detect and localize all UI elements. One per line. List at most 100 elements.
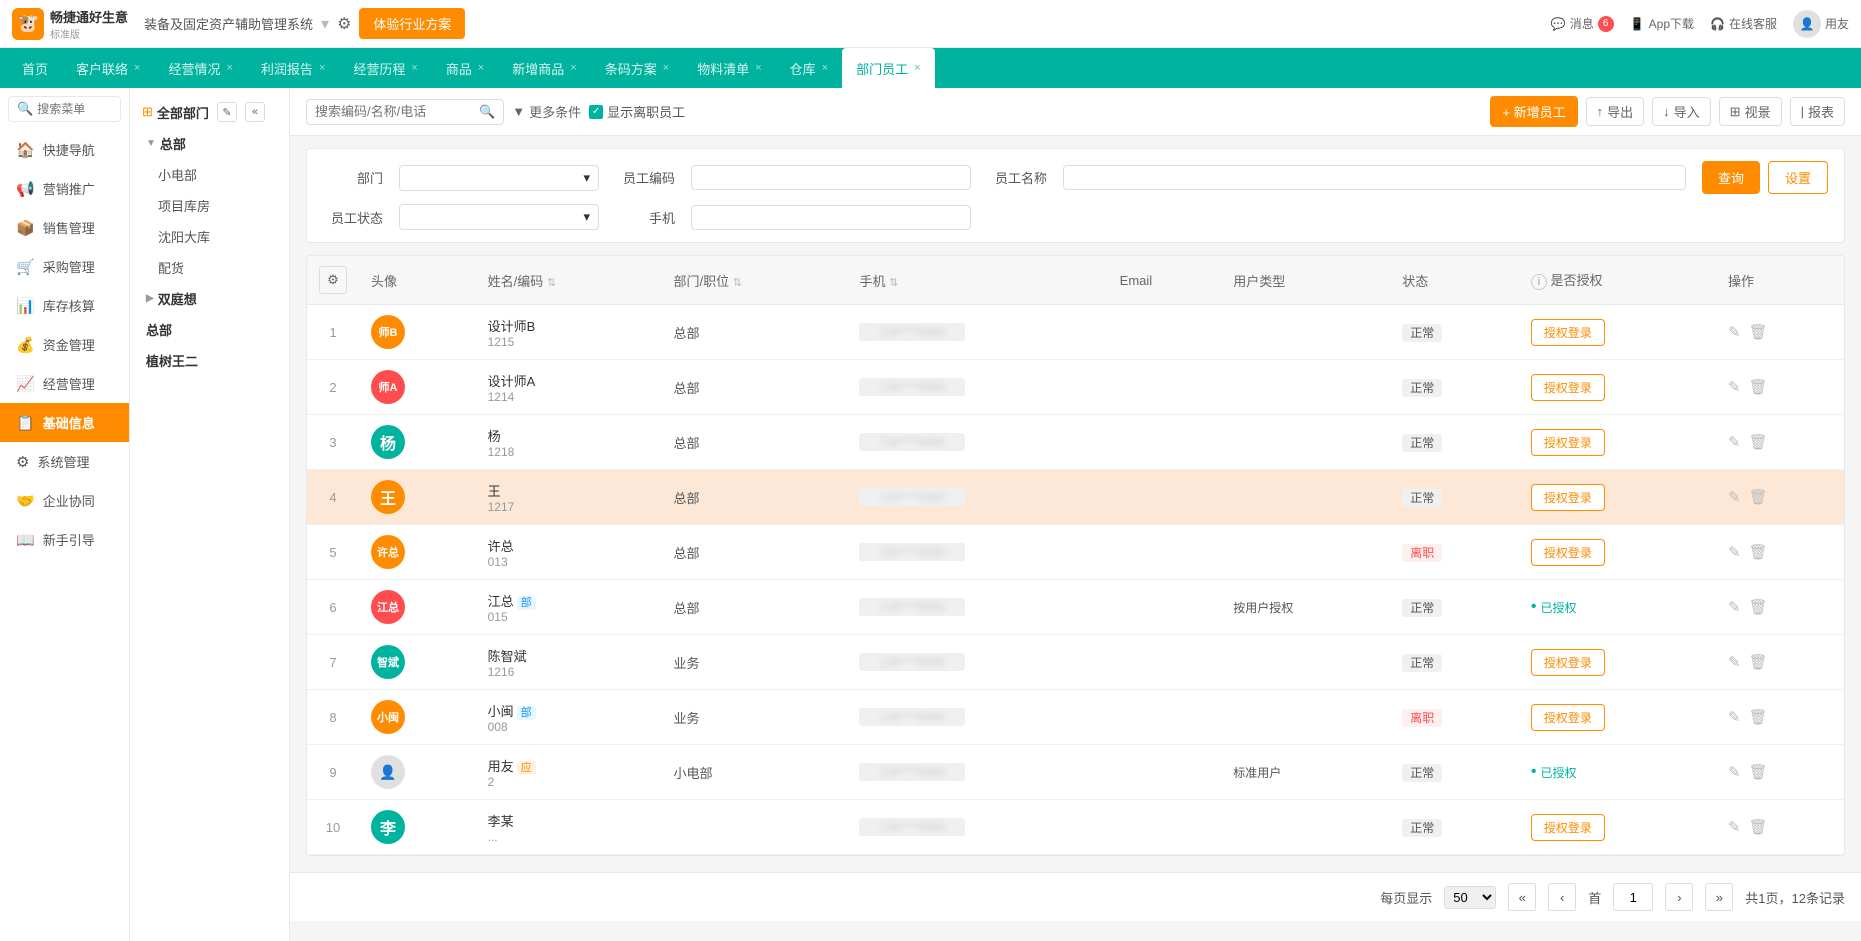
- nav-tab-物料清单[interactable]: 物料清单×: [683, 48, 775, 88]
- delete-icon[interactable]: 🗑: [1749, 433, 1768, 451]
- auth-button[interactable]: 授权登录: [1531, 484, 1605, 511]
- dept-node[interactable]: ▼总部: [130, 128, 289, 159]
- delete-icon[interactable]: 🗑: [1749, 763, 1768, 781]
- search-input[interactable]: [37, 102, 117, 116]
- delete-icon[interactable]: 🗑: [1749, 598, 1768, 616]
- dept-node[interactable]: 配货: [130, 252, 289, 283]
- sort-icon[interactable]: ⇅: [547, 277, 556, 289]
- user-action[interactable]: 👤 用友: [1793, 10, 1849, 38]
- edit-icon[interactable]: ✎: [1728, 378, 1741, 396]
- sidebar-item-quick-nav[interactable]: 🏠快捷导航: [0, 130, 129, 169]
- edit-icon[interactable]: ✎: [1728, 543, 1741, 561]
- dept-node[interactable]: 项目库房: [130, 190, 289, 221]
- auth-button[interactable]: 授权登录: [1531, 539, 1605, 566]
- online-service-action[interactable]: 🎧 在线客服: [1710, 15, 1777, 32]
- col-dept[interactable]: 部门/职位 ⇅: [662, 256, 848, 305]
- delete-icon[interactable]: 🗑: [1749, 708, 1768, 726]
- row-auth-cell[interactable]: 授权登录: [1519, 360, 1716, 415]
- auth-button[interactable]: 授权登录: [1531, 704, 1605, 731]
- trial-button[interactable]: 体验行业方案: [359, 8, 465, 39]
- sidebar-item-system[interactable]: ⚙系统管理: [0, 442, 129, 481]
- phone-input[interactable]: [691, 205, 971, 230]
- dropdown-icon[interactable]: ▾: [321, 14, 329, 34]
- sort-icon[interactable]: ⇅: [889, 277, 898, 289]
- dept-node[interactable]: ▶双庭想: [130, 283, 289, 314]
- sort-icon[interactable]: ⇅: [733, 277, 742, 289]
- row-auth-cell[interactable]: 授权登录: [1519, 800, 1716, 855]
- row-auth-cell[interactable]: 授权登录: [1519, 690, 1716, 745]
- auth-button[interactable]: 授权登录: [1531, 429, 1605, 456]
- nav-tab-首页[interactable]: 首页: [8, 48, 62, 88]
- dept-collapse-btn[interactable]: «: [245, 102, 265, 122]
- edit-icon[interactable]: ✎: [1728, 653, 1741, 671]
- status-select[interactable]: ▾: [399, 204, 599, 230]
- auth-button[interactable]: 授权登录: [1531, 374, 1605, 401]
- sidebar-item-inventory[interactable]: 📊库存核算: [0, 286, 129, 325]
- dept-edit-icon[interactable]: ✎: [217, 102, 237, 122]
- delete-icon[interactable]: 🗑: [1749, 488, 1768, 506]
- auth-button[interactable]: 授权登录: [1531, 319, 1605, 346]
- tab-close-icon[interactable]: ×: [570, 62, 576, 74]
- delete-icon[interactable]: 🗑: [1749, 653, 1768, 671]
- emp-name-input[interactable]: [1063, 165, 1686, 190]
- nav-tab-条码方案[interactable]: 条码方案×: [591, 48, 683, 88]
- search-input[interactable]: [315, 104, 475, 119]
- delete-icon[interactable]: 🗑: [1749, 543, 1768, 561]
- row-auth-cell[interactable]: 授权登录: [1519, 470, 1716, 525]
- message-action[interactable]: 💬 消息 6: [1551, 15, 1614, 32]
- sidebar-item-collab[interactable]: 🤝企业协同: [0, 481, 129, 520]
- add-employee-button[interactable]: + 新增员工: [1490, 96, 1577, 127]
- col-settings[interactable]: ⚙: [307, 256, 359, 305]
- sidebar-item-purchase[interactable]: 🛒采购管理: [0, 247, 129, 286]
- edit-icon[interactable]: ✎: [1728, 763, 1741, 781]
- tab-close-icon[interactable]: ×: [319, 62, 325, 74]
- nav-tab-经营历程[interactable]: 经营历程×: [339, 48, 431, 88]
- delete-icon[interactable]: 🗑: [1749, 323, 1768, 341]
- tab-close-icon[interactable]: ×: [134, 62, 140, 74]
- nav-tab-新增商品[interactable]: 新增商品×: [498, 48, 590, 88]
- tab-close-icon[interactable]: ×: [663, 62, 669, 74]
- auth-button[interactable]: 授权登录: [1531, 649, 1605, 676]
- nav-tab-经营情况[interactable]: 经营情况×: [154, 48, 246, 88]
- app-download-action[interactable]: 📱 App下载: [1630, 15, 1694, 32]
- next-page-btn[interactable]: ›: [1665, 883, 1693, 911]
- sidebar-item-sales[interactable]: 📦销售管理: [0, 208, 129, 247]
- sidebar-item-marketing[interactable]: 📢营销推广: [0, 169, 129, 208]
- page-input[interactable]: [1613, 883, 1653, 911]
- info-icon[interactable]: i: [1531, 274, 1547, 290]
- auth-button[interactable]: 授权登录: [1531, 814, 1605, 841]
- dept-node[interactable]: 总部: [130, 314, 289, 345]
- sidebar-item-finance[interactable]: 💰资金管理: [0, 325, 129, 364]
- last-page-btn[interactable]: »: [1705, 883, 1733, 911]
- tab-close-icon[interactable]: ×: [478, 62, 484, 74]
- all-dept-label[interactable]: 全部部门: [157, 103, 209, 122]
- settings-icon[interactable]: ⚙: [337, 14, 351, 34]
- search-box[interactable]: 🔍: [306, 99, 504, 125]
- tab-close-icon[interactable]: ×: [914, 62, 920, 74]
- tab-close-icon[interactable]: ×: [411, 62, 417, 74]
- show-resign-toggle[interactable]: ✓ 显示离职员工: [589, 102, 685, 121]
- dept-select[interactable]: ▾: [399, 165, 599, 191]
- per-page-select[interactable]: 50 100: [1444, 886, 1496, 909]
- nav-tab-客户联络[interactable]: 客户联络×: [62, 48, 154, 88]
- nav-tab-部门员工[interactable]: 部门员工×: [842, 48, 934, 88]
- row-auth-cell[interactable]: 授权登录: [1519, 635, 1716, 690]
- dept-node[interactable]: 植树王二: [130, 345, 289, 376]
- query-button[interactable]: 查询: [1702, 161, 1760, 194]
- sidebar-item-guide[interactable]: 📖新手引导: [0, 520, 129, 559]
- sidebar-item-operations[interactable]: 📈经营管理: [0, 364, 129, 403]
- row-auth-cell[interactable]: 授权登录: [1519, 525, 1716, 580]
- col-name[interactable]: 姓名/编码 ⇅: [476, 256, 662, 305]
- search-icon[interactable]: 🔍: [479, 104, 495, 120]
- col-phone[interactable]: 手机 ⇅: [847, 256, 1107, 305]
- sidebar-item-basic-info[interactable]: 📋基础信息: [0, 403, 129, 442]
- edit-icon[interactable]: ✎: [1728, 818, 1741, 836]
- nav-tab-利润报告[interactable]: 利润报告×: [247, 48, 339, 88]
- first-page-btn[interactable]: «: [1508, 883, 1536, 911]
- dept-node[interactable]: 小电部: [130, 159, 289, 190]
- edit-icon[interactable]: ✎: [1728, 488, 1741, 506]
- delete-icon[interactable]: 🗑: [1749, 378, 1768, 396]
- tab-close-icon[interactable]: ×: [226, 62, 232, 74]
- delete-icon[interactable]: 🗑: [1749, 818, 1768, 836]
- nav-tab-商品[interactable]: 商品×: [432, 48, 498, 88]
